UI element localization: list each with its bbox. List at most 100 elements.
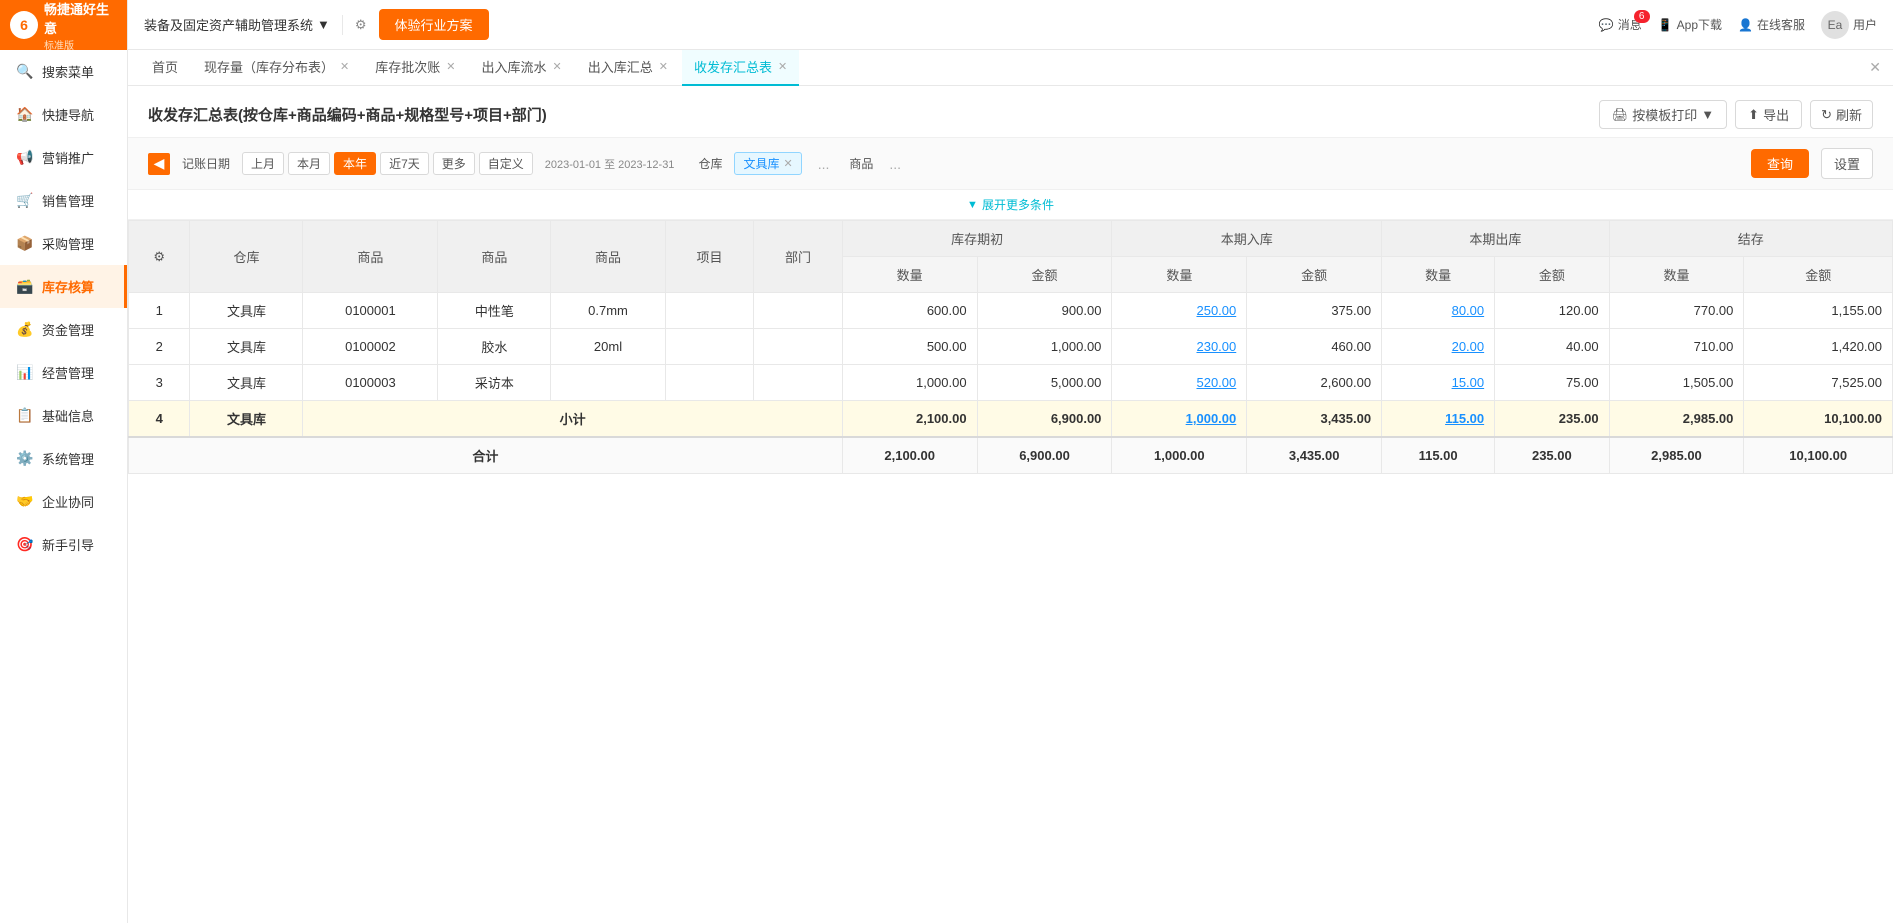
filter-toggle-btn[interactable]: ◀: [148, 153, 170, 175]
app-download-action[interactable]: 📱 App下载: [1658, 16, 1722, 33]
tab-receive-send-summary[interactable]: 收发存汇总表 ✕: [682, 50, 799, 86]
col-outbound-header: 本期出库: [1382, 221, 1609, 257]
print-btn[interactable]: 🖨 按模板打印 ▼: [1599, 100, 1727, 129]
sidebar-item-inventory[interactable]: 🗃️库存核算: [0, 265, 127, 308]
expand-more-bar[interactable]: ▼ 展开更多条件: [128, 190, 1893, 220]
filter-bar: ◀ 记账日期 上月本月本年近7天更多自定义 2023-01-01 至 2023-…: [128, 138, 1893, 190]
sidebar-item-quick-nav[interactable]: 🏠快捷导航: [0, 93, 127, 136]
tab-close-inventory-dist[interactable]: ✕: [340, 60, 349, 73]
page-content: 收发存汇总表(按仓库+商品编码+商品+规格型号+项目+部门) 🖨 按模板打印 ▼…: [128, 86, 1893, 923]
total-opening-amount: 6,900.00: [977, 437, 1112, 474]
tab-close-inout-summary[interactable]: ✕: [659, 60, 668, 73]
avatar: Ea: [1821, 11, 1849, 39]
sidebar-item-guide[interactable]: 🎯新手引导: [0, 523, 127, 566]
row-goods-spec: [551, 365, 665, 401]
sidebar-icon-operations: 📊: [16, 364, 34, 382]
online-service-action[interactable]: 👤 在线客服: [1738, 16, 1805, 33]
subtotal-balance-amount: 10,100.00: [1744, 401, 1893, 438]
row-outbound-qty[interactable]: 15.00: [1382, 365, 1495, 401]
balance-amount-header: 金额: [1744, 257, 1893, 293]
table-row: 2 文具库 0100002 胶水 20ml 500.00 1,000.00 23…: [129, 329, 1893, 365]
tab-close-inout-flow[interactable]: ✕: [553, 60, 562, 73]
goods-filter-dots[interactable]: ...: [889, 156, 901, 172]
row-warehouse: 文具库: [190, 293, 303, 329]
sidebar-item-operations[interactable]: 📊 经营管理: [0, 351, 127, 394]
tab-inout-summary[interactable]: 出入库汇总✕: [576, 50, 680, 86]
query-btn[interactable]: 查询: [1751, 149, 1809, 178]
sidebar-item-basic-info[interactable]: 📋基础信息: [0, 394, 127, 437]
export-btn[interactable]: ⬆ 导出: [1735, 100, 1802, 129]
mobile-icon: 📱: [1658, 18, 1673, 32]
col-balance-header: 结存: [1609, 221, 1892, 257]
sidebar-icon-finance: 💰: [16, 321, 34, 339]
date-option-本年[interactable]: 本年: [334, 152, 376, 175]
settings-btn[interactable]: 设置: [1821, 148, 1873, 179]
subtotal-inbound-qty[interactable]: 1,000.00: [1112, 401, 1247, 438]
sidebar-label-operations: 经营管理: [42, 363, 94, 382]
tab-inventory-dist[interactable]: 现存量（库存分布表） ✕: [192, 50, 361, 86]
sidebar-icon-sales: 🛒: [16, 192, 34, 210]
sidebar-item-finance[interactable]: 💰资金管理: [0, 308, 127, 351]
row-no: 2: [129, 329, 190, 365]
logo-icon: 6: [10, 11, 38, 39]
row-outbound-qty[interactable]: 20.00: [1382, 329, 1495, 365]
date-option-本月[interactable]: 本月: [288, 152, 330, 175]
inbound-qty-header: 数量: [1112, 257, 1247, 293]
date-option-近7天[interactable]: 近7天: [380, 152, 429, 175]
gear-icon[interactable]: ⚙: [355, 17, 367, 33]
row-inbound-qty[interactable]: 520.00: [1112, 365, 1247, 401]
tab-close-batch-ledger[interactable]: ✕: [446, 60, 455, 73]
row-inbound-qty[interactable]: 230.00: [1112, 329, 1247, 365]
tab-label-receive-send-summary: 收发存汇总表: [694, 57, 772, 76]
tab-close-receive-send-summary[interactable]: ✕: [778, 60, 787, 73]
row-department: [754, 365, 843, 401]
col-settings[interactable]: ⚙: [129, 221, 190, 293]
tab-label-inventory-dist: 现存量（库存分布表）: [204, 57, 334, 76]
subtotal-opening-qty: 2,100.00: [842, 401, 977, 438]
row-department: [754, 293, 843, 329]
date-option-上月[interactable]: 上月: [242, 152, 284, 175]
date-option-更多[interactable]: 更多: [433, 152, 475, 175]
row-inbound-qty[interactable]: 250.00: [1112, 293, 1247, 329]
sidebar-icon-basic-info: 📋: [16, 407, 34, 425]
sidebar-item-system[interactable]: ⚙️系统管理: [0, 437, 127, 480]
system-selector[interactable]: 装备及固定资产辅助管理系统 ▼: [144, 15, 330, 34]
subtotal-outbound-qty[interactable]: 115.00: [1382, 401, 1495, 438]
total-inbound-amount: 3,435.00: [1247, 437, 1382, 474]
sidebar-item-purchase[interactable]: 📦采购管理: [0, 222, 127, 265]
topbar: 装备及固定资产辅助管理系统 ▼ ⚙ 体验行业方案 💬 消息 6 📱 App下载 …: [128, 0, 1893, 50]
row-outbound-amount: 75.00: [1495, 365, 1609, 401]
total-label: 合计: [129, 437, 843, 474]
expand-icon: ▼: [967, 199, 978, 211]
sidebar-item-sales[interactable]: 🛒销售管理: [0, 179, 127, 222]
sidebar-item-marketing[interactable]: 📢营销推广: [0, 136, 127, 179]
warehouse-filter-dots[interactable]: ...: [818, 156, 830, 172]
user-action[interactable]: Ea 用户: [1821, 11, 1877, 39]
balance-qty-header: 数量: [1609, 257, 1744, 293]
print-icon: 🖨: [1612, 107, 1629, 123]
subtotal-row: 4 文具库 小计 2,100.00 6,900.00 1,000.00 3,43…: [129, 401, 1893, 438]
tab-batch-ledger[interactable]: 库存批次账✕: [363, 50, 467, 86]
row-inbound-amount: 375.00: [1247, 293, 1382, 329]
sidebar-item-enterprise[interactable]: 🤝企业协同: [0, 480, 127, 523]
sidebar-icon-marketing: 📢: [16, 149, 34, 167]
message-action[interactable]: 💬 消息 6: [1599, 16, 1642, 33]
experience-btn[interactable]: 体验行业方案: [379, 9, 489, 40]
table-row: 3 文具库 0100003 采访本 1,000.00 5,000.00 520.…: [129, 365, 1893, 401]
warehouse-tag[interactable]: 文具库 ✕: [734, 152, 801, 175]
col-opening-header: 库存期初: [842, 221, 1112, 257]
sidebar-item-search[interactable]: 🔍搜索菜单: [0, 50, 127, 93]
total-balance-amount: 10,100.00: [1744, 437, 1893, 474]
inbound-amount-header: 金额: [1247, 257, 1382, 293]
warehouse-tag-close[interactable]: ✕: [783, 157, 792, 170]
refresh-btn[interactable]: ↻ 刷新: [1810, 100, 1873, 129]
sidebar-icon-search: 🔍: [16, 63, 34, 81]
row-outbound-qty[interactable]: 80.00: [1382, 293, 1495, 329]
topbar-actions: 💬 消息 6 📱 App下载 👤 在线客服 Ea 用户: [1599, 11, 1877, 39]
tab-inout-flow[interactable]: 出入库流水✕: [469, 50, 573, 86]
tab-home[interactable]: 首页: [140, 50, 190, 86]
date-option-自定义[interactable]: 自定义: [479, 152, 533, 175]
row-opening-amount: 5,000.00: [977, 365, 1112, 401]
close-all-tabs-btn[interactable]: ✕: [1869, 59, 1881, 76]
row-inbound-amount: 2,600.00: [1247, 365, 1382, 401]
